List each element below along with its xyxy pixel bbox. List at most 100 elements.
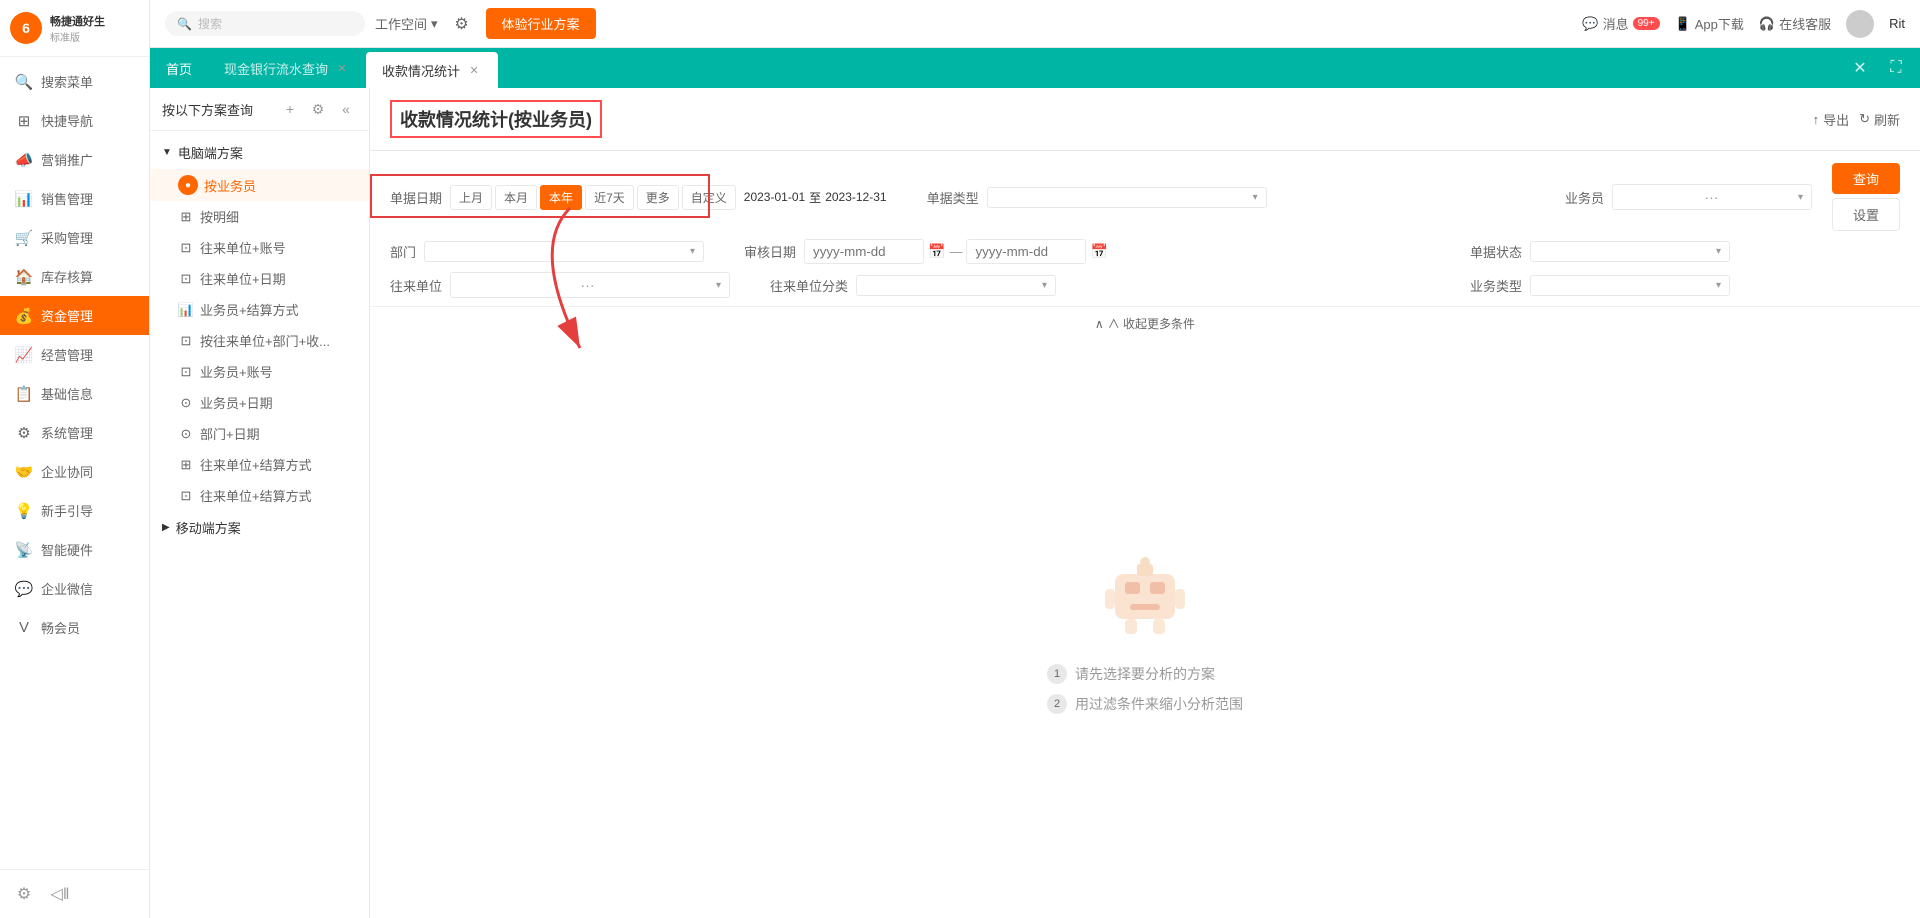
- app-download-btn[interactable]: 📱 App下载: [1675, 14, 1744, 33]
- scheme-item-unit-settle1[interactable]: ⊞ 往来单位+结算方式: [150, 449, 369, 480]
- dept-select[interactable]: ▾: [424, 241, 704, 262]
- sidebar-item-label: 畅会员: [41, 618, 80, 637]
- scheme-group-mobile-header[interactable]: ▶ 移动端方案: [150, 511, 369, 544]
- calendar-icon-to[interactable]: 📅: [1090, 243, 1107, 260]
- tab-receipt[interactable]: 收款情况统计 ✕: [366, 52, 498, 88]
- calendar-icon-from[interactable]: 📅: [928, 243, 945, 260]
- trial-btn[interactable]: 体验行业方案: [486, 8, 596, 39]
- chevron-down-icon: ▼: [162, 147, 172, 158]
- tab-fullscreen-btn[interactable]: ⛶: [1882, 54, 1910, 82]
- sidebar-item-quicknav[interactable]: ⊞ 快捷导航: [0, 101, 149, 140]
- scheme-item-salesman-settle[interactable]: 📊 业务员+结算方式: [150, 294, 369, 325]
- scheme-item-label: 往来单位+账号: [200, 238, 286, 257]
- salesman-more-btn[interactable]: ···: [1704, 189, 1718, 205]
- scheme-item-label: 业务员+账号: [200, 362, 273, 381]
- hint-step-1-text: 请先选择要分析的方案: [1075, 664, 1215, 684]
- topbar-workspace[interactable]: 工作空间 ▾: [375, 14, 438, 33]
- panel-header: 按以下方案查询 + ⚙ «: [150, 88, 369, 131]
- logo-icon: 6: [10, 12, 42, 44]
- date-btn-this-year[interactable]: 本年: [540, 185, 582, 210]
- scheme-icon-table2: ⊡: [178, 271, 194, 287]
- counterpart-more-btn[interactable]: ···: [581, 277, 595, 293]
- tab-bank-close[interactable]: ✕: [334, 60, 350, 76]
- sidebar-item-purchase[interactable]: 🛒 采购管理: [0, 218, 149, 257]
- sidebar-item-vip[interactable]: V 畅会员: [0, 608, 149, 647]
- scheme-item-dept-date[interactable]: ⊙ 部门+日期: [150, 418, 369, 449]
- export-label: 导出: [1823, 110, 1849, 129]
- scheme-item-unit-dept[interactable]: ⊡ 按往来单位+部门+收...: [150, 325, 369, 356]
- sidebar-item-operation[interactable]: 📈 经营管理: [0, 335, 149, 374]
- date-btn-this-month[interactable]: 本月: [495, 185, 537, 210]
- date-btn-last-month[interactable]: 上月: [450, 185, 492, 210]
- sidebar-item-wechat[interactable]: 💬 企业微信: [0, 569, 149, 608]
- date-btn-custom[interactable]: 自定义: [682, 185, 736, 210]
- biz-type-select[interactable]: ▾: [1530, 275, 1730, 296]
- salesman-select[interactable]: ··· ▾: [1612, 184, 1812, 210]
- sidebar-item-label: 快捷导航: [41, 111, 93, 130]
- refresh-btn[interactable]: ↻ 刷新: [1859, 110, 1900, 129]
- scheme-settings-btn[interactable]: ⚙: [307, 98, 329, 120]
- sidebar-item-guide[interactable]: 💡 新手引导: [0, 491, 149, 530]
- tab-home[interactable]: 首页: [150, 48, 208, 88]
- topbar: 🔍 搜索 工作空间 ▾ ⚙ 体验行业方案 💬 消息 99+ 📱 App下载 🎧 …: [150, 0, 1920, 48]
- scheme-item-detail[interactable]: ⊞ 按明细: [150, 201, 369, 232]
- topbar-gear-btn[interactable]: ⚙: [448, 10, 476, 38]
- download-icon: 📱: [1675, 16, 1691, 32]
- bottom-settings-btn[interactable]: ⚙: [10, 880, 38, 908]
- empty-robot-icon: [1095, 544, 1195, 644]
- topbar-search-placeholder: 搜索: [198, 15, 222, 32]
- sidebar-item-corp[interactable]: 🤝 企业协同: [0, 452, 149, 491]
- online-service-btn[interactable]: 🎧 在线客服: [1759, 14, 1831, 33]
- set-btn[interactable]: 设置: [1832, 198, 1900, 231]
- step-num-1: 1: [1047, 664, 1067, 684]
- message-btn[interactable]: 💬 消息 99+: [1582, 14, 1659, 33]
- tab-bank[interactable]: 现金银行流水查询 ✕: [208, 48, 366, 88]
- sidebar-item-hardware[interactable]: 📡 智能硬件: [0, 530, 149, 569]
- sidebar-item-search[interactable]: 🔍 搜索菜单: [0, 62, 149, 101]
- logo-sub-text: 标准版: [50, 29, 105, 44]
- counterpart-chevron: ▾: [716, 280, 721, 291]
- topbar-search[interactable]: 🔍 搜索: [165, 11, 365, 36]
- counterpart-select[interactable]: ··· ▾: [450, 272, 730, 298]
- scheme-add-btn[interactable]: +: [279, 98, 301, 120]
- hint-step-1: 1 请先选择要分析的方案: [1047, 664, 1243, 684]
- collapse-more-btn[interactable]: ∧ ∧ 收起更多条件: [370, 306, 1920, 340]
- tab-receipt-close[interactable]: ✕: [466, 62, 482, 78]
- sidebar-nav: 🔍 搜索菜单 ⊞ 快捷导航 📣 营销推广 📊 销售管理 🛒 采购管理 🏠 库存核…: [0, 57, 149, 869]
- user-avatar[interactable]: [1846, 10, 1874, 38]
- scheme-group-desktop-header[interactable]: ▼ 电脑端方案: [150, 136, 369, 169]
- doc-type-label: 单据类型: [927, 188, 979, 207]
- scheme-item-unit-date[interactable]: ⊡ 往来单位+日期: [150, 263, 369, 294]
- export-btn[interactable]: ↑ 导出: [1813, 110, 1850, 129]
- doc-type-select[interactable]: ▾: [987, 187, 1267, 208]
- query-btn[interactable]: 查询: [1832, 163, 1900, 194]
- sidebar-item-label: 智能硬件: [41, 540, 93, 559]
- scheme-item-salesman-account[interactable]: ⊡ 业务员+账号: [150, 356, 369, 387]
- scheme-item-unit-settle2[interactable]: ⊡ 往来单位+结算方式: [150, 480, 369, 511]
- wechat-icon: 💬: [15, 580, 33, 598]
- sidebar-item-label: 搜索菜单: [41, 72, 93, 91]
- sidebar-item-system[interactable]: ⚙ 系统管理: [0, 413, 149, 452]
- scheme-collapse-btn[interactable]: «: [335, 98, 357, 120]
- sidebar-item-basic[interactable]: 📋 基础信息: [0, 374, 149, 413]
- scheme-icon-table3: ⊡: [178, 333, 194, 349]
- sidebar-item-sales[interactable]: 📊 销售管理: [0, 179, 149, 218]
- counterpart-cat-select[interactable]: ▾: [856, 275, 1056, 296]
- user-name[interactable]: Rit: [1889, 16, 1905, 31]
- bottom-collapse-btn[interactable]: ◁‖: [46, 880, 74, 908]
- date-btn-7days[interactable]: 近7天: [585, 185, 634, 210]
- review-date-from-input[interactable]: [804, 239, 924, 264]
- sidebar-item-inventory[interactable]: 🏠 库存核算: [0, 257, 149, 296]
- scheme-item-salesman-date[interactable]: ⊙ 业务员+日期: [150, 387, 369, 418]
- tab-close-all-btn[interactable]: ✕: [1846, 54, 1874, 82]
- doc-status-select[interactable]: ▾: [1530, 241, 1730, 262]
- scheme-item-salesman[interactable]: ● 按业务员: [150, 169, 369, 201]
- date-btn-more[interactable]: 更多: [637, 185, 679, 210]
- scheme-item-unit-account[interactable]: ⊡ 往来单位+账号: [150, 232, 369, 263]
- sidebar-item-marketing[interactable]: 📣 营销推广: [0, 140, 149, 179]
- scheme-list: ▼ 电脑端方案 ● 按业务员 ⊞ 按明细 ⊡ 往来单位+账号: [150, 131, 369, 918]
- sidebar-item-finance[interactable]: 💰 资金管理: [0, 296, 149, 335]
- message-label: 消息: [1603, 14, 1629, 33]
- review-date-to-input[interactable]: [966, 239, 1086, 264]
- counterpart-cat-chevron: ▾: [1042, 280, 1047, 291]
